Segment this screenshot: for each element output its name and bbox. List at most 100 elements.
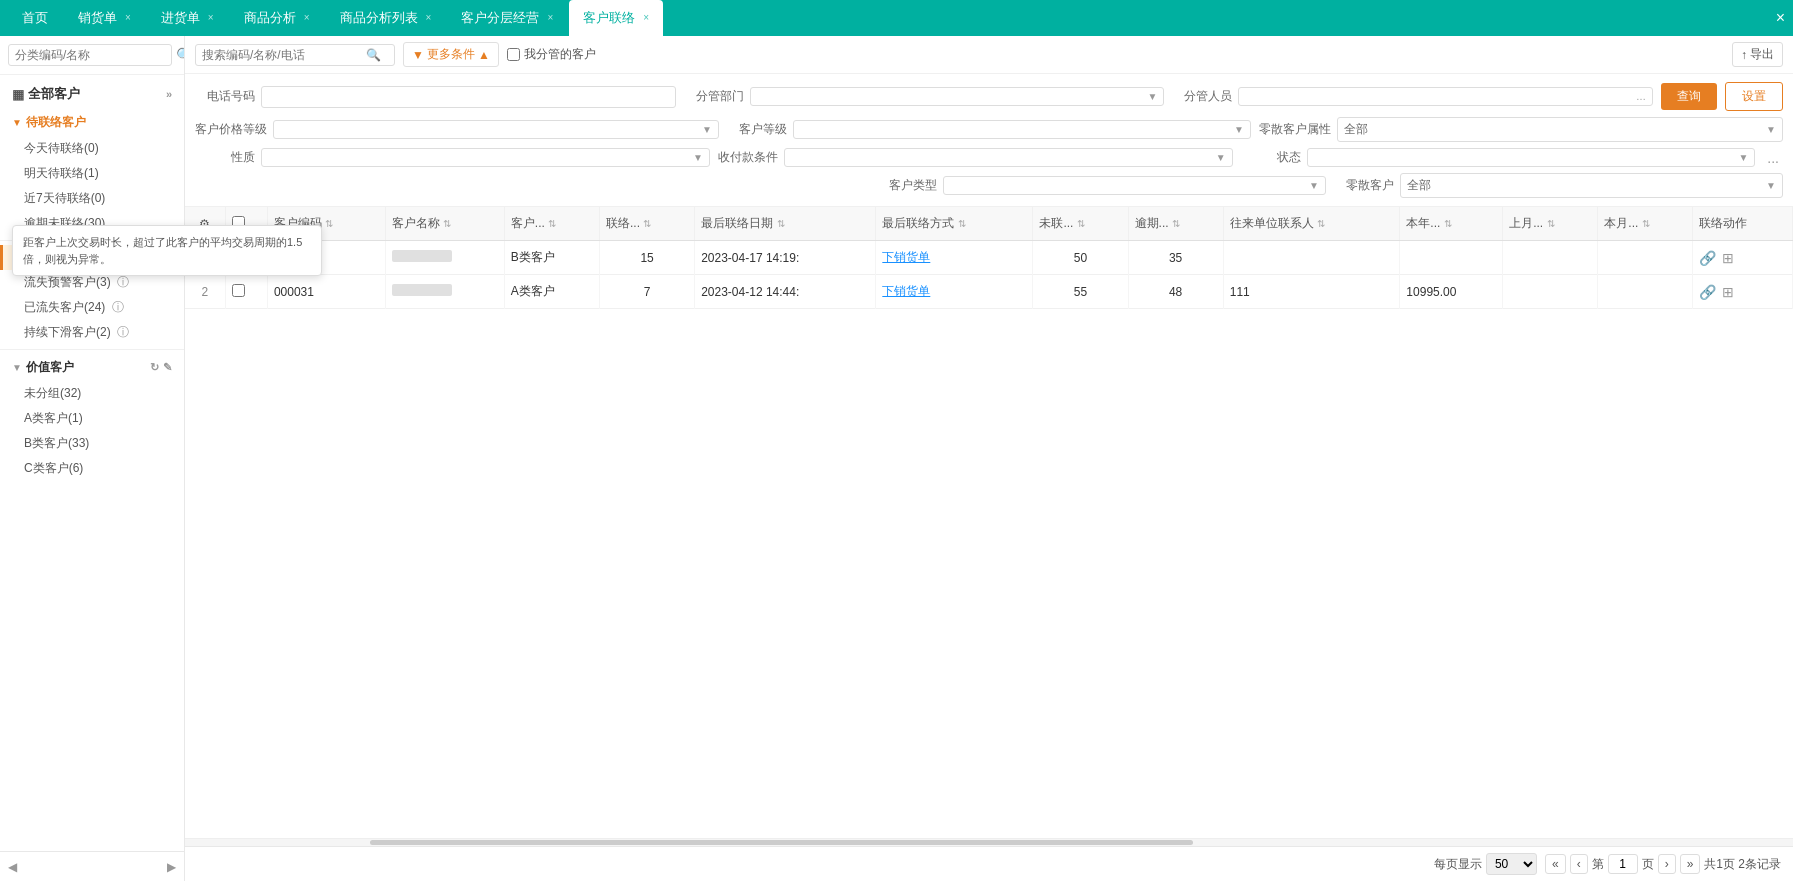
window-close-button[interactable]: ×	[1776, 9, 1785, 27]
filter-field-customer-level: 客户等级 ▼	[727, 120, 1251, 139]
sidebar-search-icon[interactable]: 🔍	[176, 47, 185, 63]
tab-sales-order-close[interactable]: ×	[125, 0, 131, 36]
current-page-input[interactable]	[1608, 854, 1638, 874]
sort-year-icon[interactable]: ⇅	[1444, 218, 1452, 229]
more-filters-dots[interactable]: ...	[1763, 150, 1783, 166]
retail-attr-select[interactable]: 全部 ▼	[1337, 117, 1783, 142]
sort-name-icon[interactable]: ⇅	[443, 218, 451, 229]
first-page-button[interactable]: «	[1545, 854, 1566, 874]
prev-page-button[interactable]: ‹	[1570, 854, 1588, 874]
row1-link-icon[interactable]: 🔗	[1699, 250, 1716, 266]
tree-section-header-pending[interactable]: ▼ 待联络客户	[0, 109, 184, 136]
filter-field-status: 状态 ▼	[1241, 148, 1756, 167]
export-button[interactable]: ↑ 导出	[1732, 42, 1783, 67]
sidebar-item-ungrouped[interactable]: 未分组(32)	[0, 381, 184, 406]
sort-type-icon[interactable]: ⇅	[548, 218, 556, 229]
row1-method-link[interactable]: 下销货单	[882, 250, 930, 264]
sidebar-item-tomorrow[interactable]: 明天待联络(1)	[0, 161, 184, 186]
last-page-button[interactable]: »	[1680, 854, 1701, 874]
query-button[interactable]: 查询	[1661, 83, 1717, 110]
filter-search-input[interactable]	[202, 48, 362, 62]
person-select[interactable]: …	[1238, 87, 1653, 106]
tab-customer-segment-close[interactable]: ×	[547, 0, 553, 36]
row2-method[interactable]: 下销货单	[876, 275, 1033, 309]
table-row: 1 000039 B类客户 15 2023-04-17 14:19: 下销货单 …	[185, 241, 1793, 275]
sidebar-item-churned[interactable]: 已流失客户(24) ⓘ	[0, 295, 184, 320]
my-customers-label: 我分管的客户	[524, 46, 596, 63]
dept-select[interactable]: ▼	[750, 87, 1165, 106]
tab-purchase-order[interactable]: 进货单 ×	[147, 0, 228, 36]
grid-icon: ▦	[12, 87, 24, 102]
tab-customer-contact[interactable]: 客户联络 ×	[569, 0, 663, 36]
sort-last-month-icon[interactable]: ⇅	[1547, 218, 1555, 229]
sort-date-icon[interactable]: ⇅	[777, 218, 785, 229]
filter-more-conditions[interactable]: ▼ 更多条件 ▲	[403, 42, 499, 67]
row1-name	[385, 241, 504, 275]
row1-grid-icon[interactable]: ⊞	[1722, 250, 1734, 266]
row2-link-icon[interactable]: 🔗	[1699, 284, 1716, 300]
sort-current-month-icon[interactable]: ⇅	[1642, 218, 1650, 229]
my-customers-check[interactable]	[507, 48, 520, 61]
refresh-icon[interactable]: ↻	[150, 361, 159, 374]
payment-select[interactable]: ▼	[784, 148, 1233, 167]
sidebar-item-today[interactable]: 今天待联络(0)	[0, 136, 184, 161]
horizontal-scrollbar[interactable]	[185, 838, 1793, 846]
status-label: 状态	[1241, 149, 1301, 166]
sort-method-icon[interactable]: ⇅	[958, 218, 966, 229]
tab-home[interactable]: 首页	[8, 0, 62, 36]
scrollbar-thumb[interactable]	[370, 840, 1193, 845]
price-chevron-icon: ▼	[702, 124, 712, 135]
sort-overdue-icon[interactable]: ⇅	[1172, 218, 1180, 229]
phone-input[interactable]	[261, 86, 676, 108]
tab-customer-segment[interactable]: 客户分层经营 ×	[447, 0, 567, 36]
per-page-select[interactable]: 102050100	[1486, 853, 1537, 875]
edit-icon[interactable]: ✎	[163, 361, 172, 374]
sort-code-icon[interactable]: ⇅	[325, 218, 333, 229]
tree-divider2	[0, 349, 184, 350]
tab-product-analysis-list[interactable]: 商品分析列表 ×	[326, 0, 446, 36]
sort-contact-icon[interactable]: ⇅	[643, 218, 651, 229]
col-contact-count: 联络... ⇅	[600, 207, 695, 241]
sidebar-left-arrow[interactable]: ◀	[8, 860, 17, 874]
customer-type-label: 客户类型	[877, 177, 937, 194]
setting-button[interactable]: 设置	[1725, 82, 1783, 111]
status-select[interactable]: ▼	[1307, 148, 1756, 167]
sidebar-search-input[interactable]	[8, 44, 172, 66]
row2-grid-icon[interactable]: ⊞	[1722, 284, 1734, 300]
price-level-select[interactable]: ▼	[273, 120, 719, 139]
tab-purchase-order-close[interactable]: ×	[208, 0, 214, 36]
sort-uncontacted-icon[interactable]: ⇅	[1077, 218, 1085, 229]
sidebar-item-class-b[interactable]: B类客户(33)	[0, 431, 184, 456]
customer-type-select[interactable]: ▼	[943, 176, 1326, 195]
row2-checkbox[interactable]	[225, 275, 267, 309]
my-customers-checkbox[interactable]: 我分管的客户	[507, 46, 596, 63]
sidebar-item-class-c[interactable]: C类客户(6)	[0, 456, 184, 481]
customer-table: ⚙ 客户编码 ⇅ 客户名称 ⇅ 客户... ⇅	[185, 207, 1793, 309]
tab-product-analysis[interactable]: 商品分析 ×	[230, 0, 324, 36]
row1-method[interactable]: 下销货单	[876, 241, 1033, 275]
tree-root-all-customers[interactable]: ▦ 全部客户 »	[0, 79, 184, 109]
tab-product-analysis-close[interactable]: ×	[304, 0, 310, 36]
retail-customer-select[interactable]: 全部 ▼	[1400, 173, 1783, 198]
gender-select[interactable]: ▼	[261, 148, 710, 167]
collapse-icon[interactable]: »	[166, 88, 172, 100]
sidebar-right-arrow[interactable]: ▶	[167, 860, 176, 874]
sidebar-item-class-a[interactable]: A类客户(1)	[0, 406, 184, 431]
filter-row-1: 电话号码 分管部门 ▼ 分管人员 … 查询	[195, 82, 1783, 111]
next-page-button[interactable]: ›	[1658, 854, 1676, 874]
col-current-year: 本年... ⇅	[1400, 207, 1503, 241]
sort-person-icon[interactable]: ⇅	[1317, 218, 1325, 229]
sidebar-item-declining[interactable]: 持续下滑客户(2) ⓘ	[0, 320, 184, 345]
row2-method-link[interactable]: 下销货单	[882, 284, 930, 298]
info-icon2: ⓘ	[117, 275, 129, 289]
retail-customer-chevron: ▼	[1766, 180, 1776, 191]
section2-edit-icons: ↻ ✎	[150, 361, 172, 374]
tab-customer-contact-close[interactable]: ×	[643, 0, 649, 36]
tab-sales-order[interactable]: 销货单 ×	[64, 0, 145, 36]
left-sidebar: 🔍 ▦ 全部客户 » ▼ 待联络客户 今天待联络(0) 明天待联络(1)	[0, 36, 185, 881]
tab-product-analysis-list-close[interactable]: ×	[426, 0, 432, 36]
customer-level-select[interactable]: ▼	[793, 120, 1251, 139]
sidebar-item-7days[interactable]: 近7天待联络(0)	[0, 186, 184, 211]
filter-search-icon[interactable]: 🔍	[366, 48, 381, 62]
tree-section2-header[interactable]: ▼ 价值客户 ↻ ✎	[0, 354, 184, 381]
